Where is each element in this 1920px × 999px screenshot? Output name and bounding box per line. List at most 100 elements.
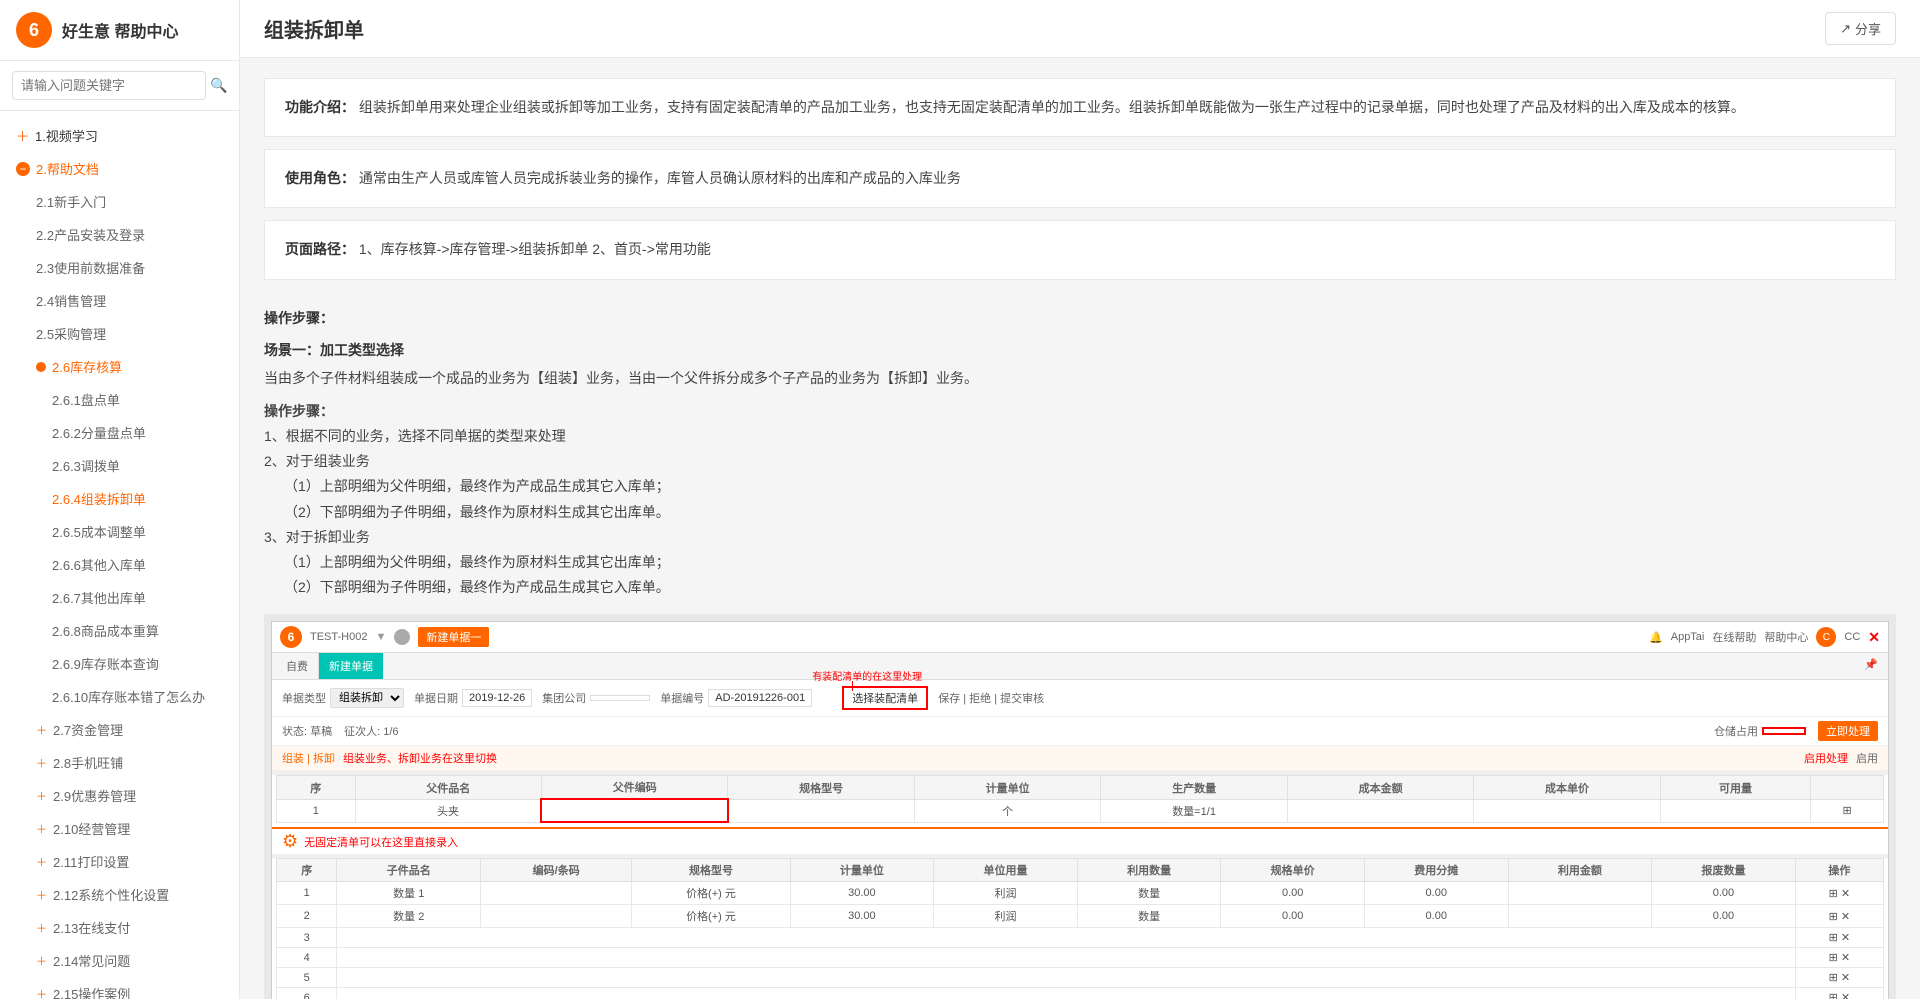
sidebar-item-video[interactable]: ＋ 1.视频学习 bbox=[0, 119, 239, 152]
sim-close-btn[interactable]: ✕ bbox=[1868, 629, 1880, 646]
sim-group-field: 集团公司 bbox=[542, 690, 650, 706]
lth-child-name: 子件品名 bbox=[337, 859, 481, 882]
ltd-name1: 数量 1 bbox=[337, 882, 481, 905]
sim-warehouse-input[interactable] bbox=[1762, 727, 1806, 735]
sim-divider-row: ⚙ 无固定清单可以在这里直接录入 bbox=[272, 827, 1888, 854]
lth-unit-qty: 单位用量 bbox=[934, 859, 1078, 882]
th-parent-name: 父件品名 bbox=[355, 776, 541, 800]
plus-sub-icon9: ＋ bbox=[36, 986, 47, 999]
ltd-scrap-qty1: 0.00 bbox=[1652, 882, 1796, 905]
topbar: 组装拆卸单 ↗ 分享 bbox=[240, 0, 1920, 58]
sim-date-field: 单据日期 2019-12-26 bbox=[414, 689, 532, 707]
ltd-ops5: ⊞ ✕ bbox=[1795, 968, 1883, 988]
sidebar-item-install[interactable]: 2.2产品安装及登录 bbox=[0, 218, 239, 251]
sidebar-item-coupon[interactable]: ＋2.9优惠券管理 bbox=[0, 779, 239, 812]
lth-seq: 序 bbox=[277, 859, 337, 882]
annotation-no-fixed: 无固定清单可以在这里直接录入 bbox=[304, 834, 458, 850]
search-input[interactable] bbox=[12, 71, 206, 100]
sim-tab-new-doc[interactable]: 新建单据 bbox=[319, 653, 383, 679]
sim-num-value[interactable]: AD-20191226-001 bbox=[708, 689, 812, 707]
intro-card: 功能介绍： 组装拆卸单用来处理企业组装或拆卸等加工业务，支持有固定装配清单的产品… bbox=[264, 78, 1896, 137]
search-button[interactable]: 🔍 bbox=[206, 73, 231, 98]
sim-type-select[interactable]: 组装拆卸 bbox=[330, 688, 404, 708]
step3: 3、对于拆卸业务 bbox=[264, 525, 1896, 550]
sim-tab-home[interactable]: 自费 bbox=[276, 653, 319, 679]
sim-date-value[interactable]: 2019-12-26 bbox=[462, 689, 532, 707]
ltd-seq2: 2 bbox=[277, 905, 337, 928]
sidebar-item-new-user[interactable]: 2.1新手入门 bbox=[0, 185, 239, 218]
sidebar-item-stock-check[interactable]: 2.6.9库存账本查询 bbox=[0, 647, 239, 680]
nav-tree: ＋ 1.视频学习 − 2.帮助文档 2.1新手入门 2.2产品安装及登录 2.3… bbox=[0, 111, 239, 999]
ltd-code2 bbox=[481, 905, 632, 928]
path-text: 1、库存核算->库存管理->组装拆卸单 2、首页->常用功能 bbox=[359, 241, 711, 257]
sidebar-item-system[interactable]: ＋2.12系统个性化设置 bbox=[0, 878, 239, 911]
sidebar-item-faq[interactable]: ＋2.14常见问题 bbox=[0, 944, 239, 977]
sidebar-item-adjust[interactable]: 2.6.3调拨单 bbox=[0, 449, 239, 482]
sidebar-item-sales[interactable]: 2.4销售管理 bbox=[0, 284, 239, 317]
sim-upper-table: 序 父件品名 父件编码 规格型号 计量单位 生产数量 成本金额 成本单价 可用量 bbox=[276, 775, 1884, 823]
scenario1-title: 场景一：加工类型选择 bbox=[264, 340, 1896, 360]
step2-2: （2）下部明细为子件明细，最终作为原材料生成其它出库单。 bbox=[264, 500, 1896, 525]
sidebar-item-cost-adjust[interactable]: 2.6.5成本调整单 bbox=[0, 515, 239, 548]
th-spec1: 规格型号 bbox=[728, 776, 914, 800]
sim-confirm-btn[interactable]: 立即处理 bbox=[1818, 721, 1878, 741]
table-row: 4 ⊞ ✕ bbox=[277, 948, 1884, 968]
plus-sub-icon8: ＋ bbox=[36, 953, 47, 969]
plus-sub-icon5: ＋ bbox=[36, 854, 47, 870]
step2-1: （1）上部明细为父件明细，最终作为产成品生成其它入库单； bbox=[264, 474, 1896, 499]
sim-left-bar: 6 TEST-H002 ▼ 新建单据一 bbox=[280, 626, 489, 648]
sidebar-item-online-pay[interactable]: ＋2.13在线支付 bbox=[0, 911, 239, 944]
plus-sub-icon6: ＋ bbox=[36, 887, 47, 903]
annotation-type: 组装业务、拆卸业务在这里切换 bbox=[343, 753, 497, 765]
sidebar-item-mobile[interactable]: ＋2.8手机旺铺 bbox=[0, 746, 239, 779]
sidebar-item-biz[interactable]: ＋2.10经营管理 bbox=[0, 812, 239, 845]
sim-right-bar: 🔔 AppTai 在线帮助 帮助中心 C CC ✕ bbox=[1649, 627, 1880, 647]
sim-create-btn[interactable]: 新建单据一 bbox=[418, 627, 489, 647]
sim-num-label: 单据编号 bbox=[660, 690, 704, 706]
sidebar-item-data-prep[interactable]: 2.3使用前数据准备 bbox=[0, 251, 239, 284]
ltd-spec-price1: 0.00 bbox=[1221, 882, 1365, 905]
step3-2: （2）下部明细为子件明细，最终作为产成品生成其它入库单。 bbox=[264, 575, 1896, 600]
sidebar-item-stocktake[interactable]: 2.6.1盘点单 bbox=[0, 383, 239, 416]
share-button[interactable]: ↗ 分享 bbox=[1825, 12, 1896, 45]
sidebar-item-stock[interactable]: 2.6库存核算 bbox=[0, 350, 239, 383]
table-row: 1 数量 1 价格(+) 元 30.00 利润 数量 0.00 0.00 0 bbox=[277, 882, 1884, 905]
ltd-empty6 bbox=[337, 988, 1795, 999]
sim-lower-table: 序 子件品名 编码/条码 规格型号 计量单位 单位用量 利用数量 规格单价 费用… bbox=[276, 858, 1884, 999]
sidebar-item-assemble[interactable]: 2.6.4组装拆卸单 bbox=[0, 482, 239, 515]
sidebar-item-cost-calc[interactable]: 2.6.8商品成本重算 bbox=[0, 614, 239, 647]
sidebar-item-cases[interactable]: ＋2.15操作案例 bbox=[0, 977, 239, 999]
table-row: 6 ⊞ ✕ bbox=[277, 988, 1884, 999]
sim-assemble-btn-active[interactable]: 组装 | 拆卸 bbox=[282, 750, 335, 766]
ltd-empty3 bbox=[337, 928, 1795, 948]
step1: 1、根据不同的业务，选择不同单据的类型来处理 bbox=[264, 424, 1896, 449]
sim-type-field: 单据类型 组装拆卸 bbox=[282, 688, 404, 708]
ltd-empty4 bbox=[337, 948, 1795, 968]
sidebar-item-purchase[interactable]: 2.5采购管理 bbox=[0, 317, 239, 350]
lth-use-amt: 利用金额 bbox=[1508, 859, 1652, 882]
plus-sub-icon7: ＋ bbox=[36, 920, 47, 936]
sim-assembly-btn[interactable]: 选择装配清单 bbox=[842, 686, 928, 710]
ops-steps-title: 操作步骤： bbox=[264, 399, 1896, 424]
ltd-use-qty1: 数量 bbox=[1077, 882, 1221, 905]
sidebar-item-docs[interactable]: − 2.帮助文档 bbox=[0, 152, 239, 185]
ltd-seq6: 6 bbox=[277, 988, 337, 999]
ltd-name2: 数量 2 bbox=[337, 905, 481, 928]
sim-icons-row: 📌 bbox=[1858, 653, 1884, 679]
sim-app-topbar: 6 TEST-H002 ▼ 新建单据一 🔔 AppTai 在线帮助 帮助中心 C… bbox=[272, 622, 1888, 653]
sidebar-item-finance[interactable]: ＋2.7资金管理 bbox=[0, 713, 239, 746]
td-seq: 1 bbox=[277, 799, 356, 822]
ltd-spec-price2: 0.00 bbox=[1221, 905, 1365, 928]
th-parent-code: 父件编码 bbox=[541, 776, 727, 800]
page-title: 组装拆卸单 bbox=[264, 14, 364, 43]
sim-group-value[interactable] bbox=[590, 695, 650, 701]
sidebar-item-print[interactable]: ＋2.11打印设置 bbox=[0, 845, 239, 878]
ltd-code1 bbox=[481, 882, 632, 905]
sim-enable-toggle[interactable]: 启用 bbox=[1856, 750, 1878, 766]
sidebar-item-other-in[interactable]: 2.6.6其他入库单 bbox=[0, 548, 239, 581]
lth-code: 编码/条码 bbox=[481, 859, 632, 882]
sidebar-item-other-out[interactable]: 2.6.7其他出库单 bbox=[0, 581, 239, 614]
ltd-cost-share2: 0.00 bbox=[1364, 905, 1508, 928]
sidebar-item-stock-err[interactable]: 2.6.10库存账本错了怎么办 bbox=[0, 680, 239, 713]
sidebar-item-split-stock[interactable]: 2.6.2分量盘点单 bbox=[0, 416, 239, 449]
